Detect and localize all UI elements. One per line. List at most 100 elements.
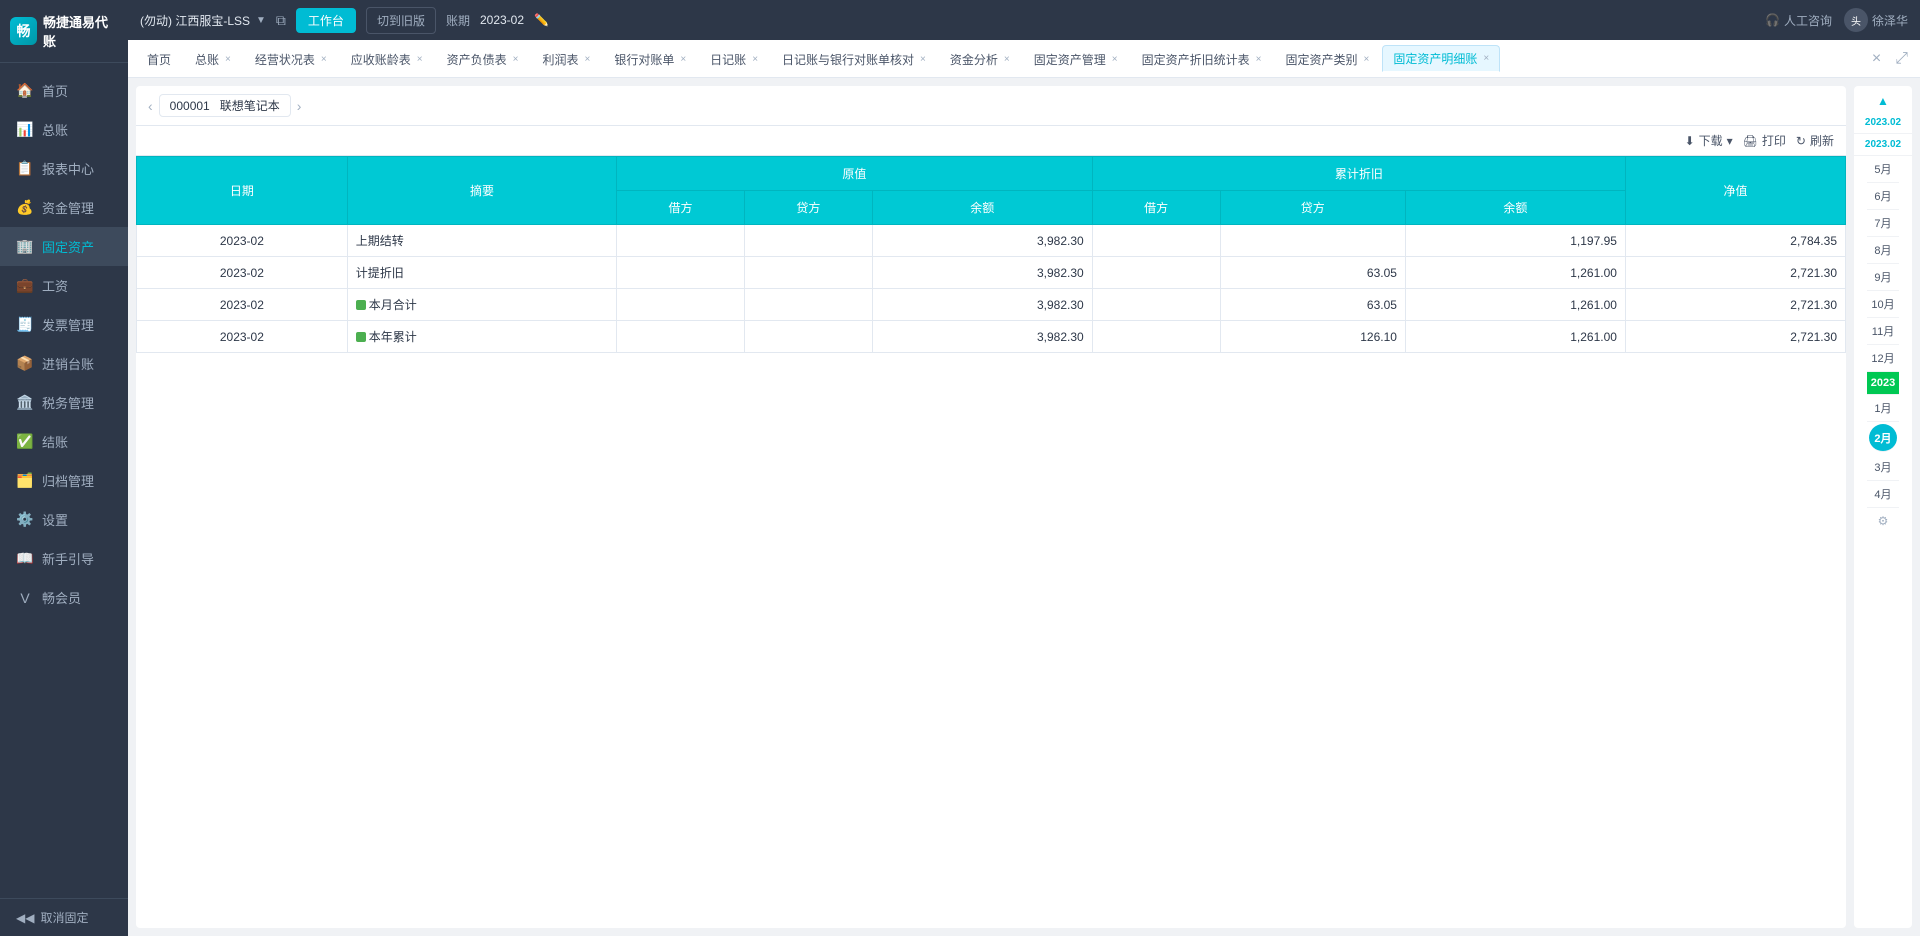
- company-selector[interactable]: (勿动) 江西服宝-LSS ▼: [140, 12, 266, 29]
- tab-close-12[interactable]: ×: [1363, 54, 1369, 65]
- sidebar-item-工资[interactable]: 💼 工资: [0, 266, 128, 305]
- tab-close-11[interactable]: ×: [1256, 54, 1262, 65]
- table-row: 2023-02 上期结转 3,982.30 1,197.95 2,784.35: [137, 225, 1846, 257]
- sidebar-item-总账[interactable]: 📊 总账: [0, 110, 128, 149]
- tab-close-10[interactable]: ×: [1112, 54, 1118, 65]
- tab-银行对账单[interactable]: 银行对账单×: [603, 46, 697, 72]
- date-nav-month-5月[interactable]: 5月: [1867, 156, 1899, 183]
- date-nav-year-marker[interactable]: 2023: [1867, 372, 1899, 395]
- sidebar-item-归档管理[interactable]: 🗂️ 归档管理: [0, 461, 128, 500]
- date-nav-settings-icon[interactable]: ⚙: [1872, 508, 1895, 534]
- cell-desc-1: 计提折旧: [347, 257, 616, 289]
- tab-固定资产类别[interactable]: 固定资产类别 ×: [1274, 46, 1380, 72]
- cell-date-3: 2023-02: [137, 321, 348, 353]
- tab-close-5[interactable]: ×: [584, 54, 590, 65]
- sidebar-item-icon-8: 🏛️: [16, 394, 34, 412]
- th-orig-credit: 贷方: [744, 191, 872, 225]
- download-button[interactable]: ⬇ 下载 ▾: [1685, 132, 1733, 149]
- support-button[interactable]: 🎧 人工咨询: [1765, 12, 1832, 29]
- tab-close-13[interactable]: ×: [1483, 53, 1489, 64]
- sidebar-item-发票管理[interactable]: 🧾 发票管理: [0, 305, 128, 344]
- sidebar-item-进销台账[interactable]: 📦 进销台账: [0, 344, 128, 383]
- date-nav-scroll-up-button[interactable]: ▲: [1873, 90, 1893, 112]
- date-nav-month-9月[interactable]: 9月: [1867, 264, 1899, 291]
- pin-icon: ◀◀: [16, 911, 34, 925]
- tab-日记账[interactable]: 日记账×: [699, 46, 769, 72]
- date-nav-month-12月[interactable]: 12月: [1867, 345, 1899, 372]
- th-date: 日期: [137, 157, 348, 225]
- content-area: ‹ 000001 联想笔记本 › ⬇ 下载 ▾ 🖨 打印: [128, 78, 1920, 936]
- tab-资金分析[interactable]: 资金分析×: [939, 46, 1021, 72]
- tab-label-12: 固定资产类别: [1285, 51, 1357, 68]
- tab-close-7[interactable]: ×: [752, 54, 758, 65]
- tab-close-2[interactable]: ×: [321, 54, 327, 65]
- cell-orig-balance-0: 3,982.30: [872, 225, 1092, 257]
- breadcrumb-prev-button[interactable]: ‹: [148, 98, 153, 114]
- cell-accum-credit-3: 126.10: [1220, 321, 1405, 353]
- tab-经营状况表[interactable]: 经营状况表×: [244, 46, 338, 72]
- sidebar-item-label-13: 畅会员: [42, 588, 81, 607]
- sidebar-item-首页[interactable]: 🏠 首页: [0, 71, 128, 110]
- date-nav-month-8月[interactable]: 8月: [1867, 237, 1899, 264]
- main-area: (勿动) 江西服宝-LSS ▼ ⧉ 工作台 切到旧版 账期 2023-02 ✏️…: [128, 0, 1920, 936]
- tabbar-actions: × ⤢: [1868, 48, 1912, 70]
- sidebar-item-固定资产[interactable]: 🏢 固定资产: [0, 227, 128, 266]
- sidebar-item-畅会员[interactable]: V 畅会员: [0, 578, 128, 617]
- work-center-button[interactable]: 工作台: [296, 8, 356, 33]
- tab-close-6[interactable]: ×: [680, 54, 686, 65]
- period-edit-icon[interactable]: ✏️: [534, 13, 549, 27]
- tab-应收账龄表[interactable]: 应收账龄表×: [340, 46, 434, 72]
- close-all-tabs-button[interactable]: ×: [1868, 48, 1885, 70]
- headset-icon: 🎧: [1765, 13, 1780, 27]
- tab-日记账与银行对账单核对[interactable]: 日记账与银行对账单核对×: [771, 46, 937, 72]
- date-nav-month-active[interactable]: 2月: [1869, 424, 1897, 452]
- tab-close-8[interactable]: ×: [920, 54, 926, 65]
- tab-close-3[interactable]: ×: [417, 54, 423, 65]
- breadcrumb-next-button[interactable]: ›: [297, 98, 302, 114]
- th-orig-debit: 借方: [617, 191, 745, 225]
- sidebar-item-税务管理[interactable]: 🏛️ 税务管理: [0, 383, 128, 422]
- tab-资产负债表[interactable]: 资产负债表×: [436, 46, 530, 72]
- sidebar-item-label-6: 发票管理: [42, 315, 94, 334]
- tab-固定资产折旧统计表[interactable]: 固定资产折旧统计表×: [1131, 46, 1273, 72]
- date-nav-month-1月[interactable]: 1月: [1867, 395, 1899, 422]
- sidebar-item-label-9: 结账: [42, 432, 68, 451]
- date-nav-month-6月[interactable]: 6月: [1867, 183, 1899, 210]
- date-nav-month-7月[interactable]: 7月: [1867, 210, 1899, 237]
- tab-close-1[interactable]: ×: [225, 54, 231, 65]
- date-nav-months: 5月6月7月8月9月10月11月12月20231月2月3月4月: [1867, 156, 1899, 508]
- refresh-button[interactable]: ↻ 刷新: [1796, 132, 1834, 149]
- th-net-value: 净值: [1625, 157, 1845, 225]
- switch-old-button[interactable]: 切到旧版: [366, 7, 436, 34]
- date-nav-period-2[interactable]: 2023.02: [1854, 134, 1912, 156]
- date-nav-month-11月[interactable]: 11月: [1867, 318, 1899, 345]
- cell-orig-credit-3: [744, 321, 872, 353]
- sidebar-item-报表中心[interactable]: 📋 报表中心: [0, 149, 128, 188]
- tabbar: 首页总账×经营状况表×应收账龄表×资产负债表×利润表×银行对账单×日记账×日记账…: [128, 40, 1920, 78]
- support-label: 人工咨询: [1784, 12, 1832, 29]
- sidebar-item-新手引导[interactable]: 📖 新手引导: [0, 539, 128, 578]
- expand-tabs-button[interactable]: ⤢: [1891, 48, 1912, 70]
- print-button[interactable]: 🖨 打印: [1743, 132, 1786, 149]
- print-label: 打印: [1762, 132, 1786, 149]
- date-nav-period-1[interactable]: 2023.02: [1854, 112, 1912, 134]
- sidebar-item-设置[interactable]: ⚙️ 设置: [0, 500, 128, 539]
- date-nav-month-3月[interactable]: 3月: [1867, 454, 1899, 481]
- copy-icon[interactable]: ⧉: [276, 12, 286, 29]
- sidebar-unpin-button[interactable]: ◀◀ 取消固定: [0, 898, 128, 936]
- sidebar-item-label-8: 税务管理: [42, 393, 94, 412]
- tab-close-4[interactable]: ×: [513, 54, 519, 65]
- cell-date-0: 2023-02: [137, 225, 348, 257]
- tab-首页[interactable]: 首页: [136, 46, 182, 72]
- date-nav-month-4月[interactable]: 4月: [1867, 481, 1899, 508]
- tab-利润表[interactable]: 利润表×: [531, 46, 601, 72]
- user-info[interactable]: 头 徐泽华: [1844, 8, 1908, 32]
- cell-accum-debit-2: [1092, 289, 1220, 321]
- sidebar-item-资金管理[interactable]: 💰 资金管理: [0, 188, 128, 227]
- date-nav-month-10月[interactable]: 10月: [1867, 291, 1899, 318]
- tab-close-9[interactable]: ×: [1004, 54, 1010, 65]
- tab-固定资产明细账[interactable]: 固定资产明细账×: [1382, 45, 1500, 72]
- tab-总账[interactable]: 总账×: [184, 46, 242, 72]
- sidebar-item-结账[interactable]: ✅ 结账: [0, 422, 128, 461]
- tab-固定资产管理[interactable]: 固定资产管理×: [1023, 46, 1129, 72]
